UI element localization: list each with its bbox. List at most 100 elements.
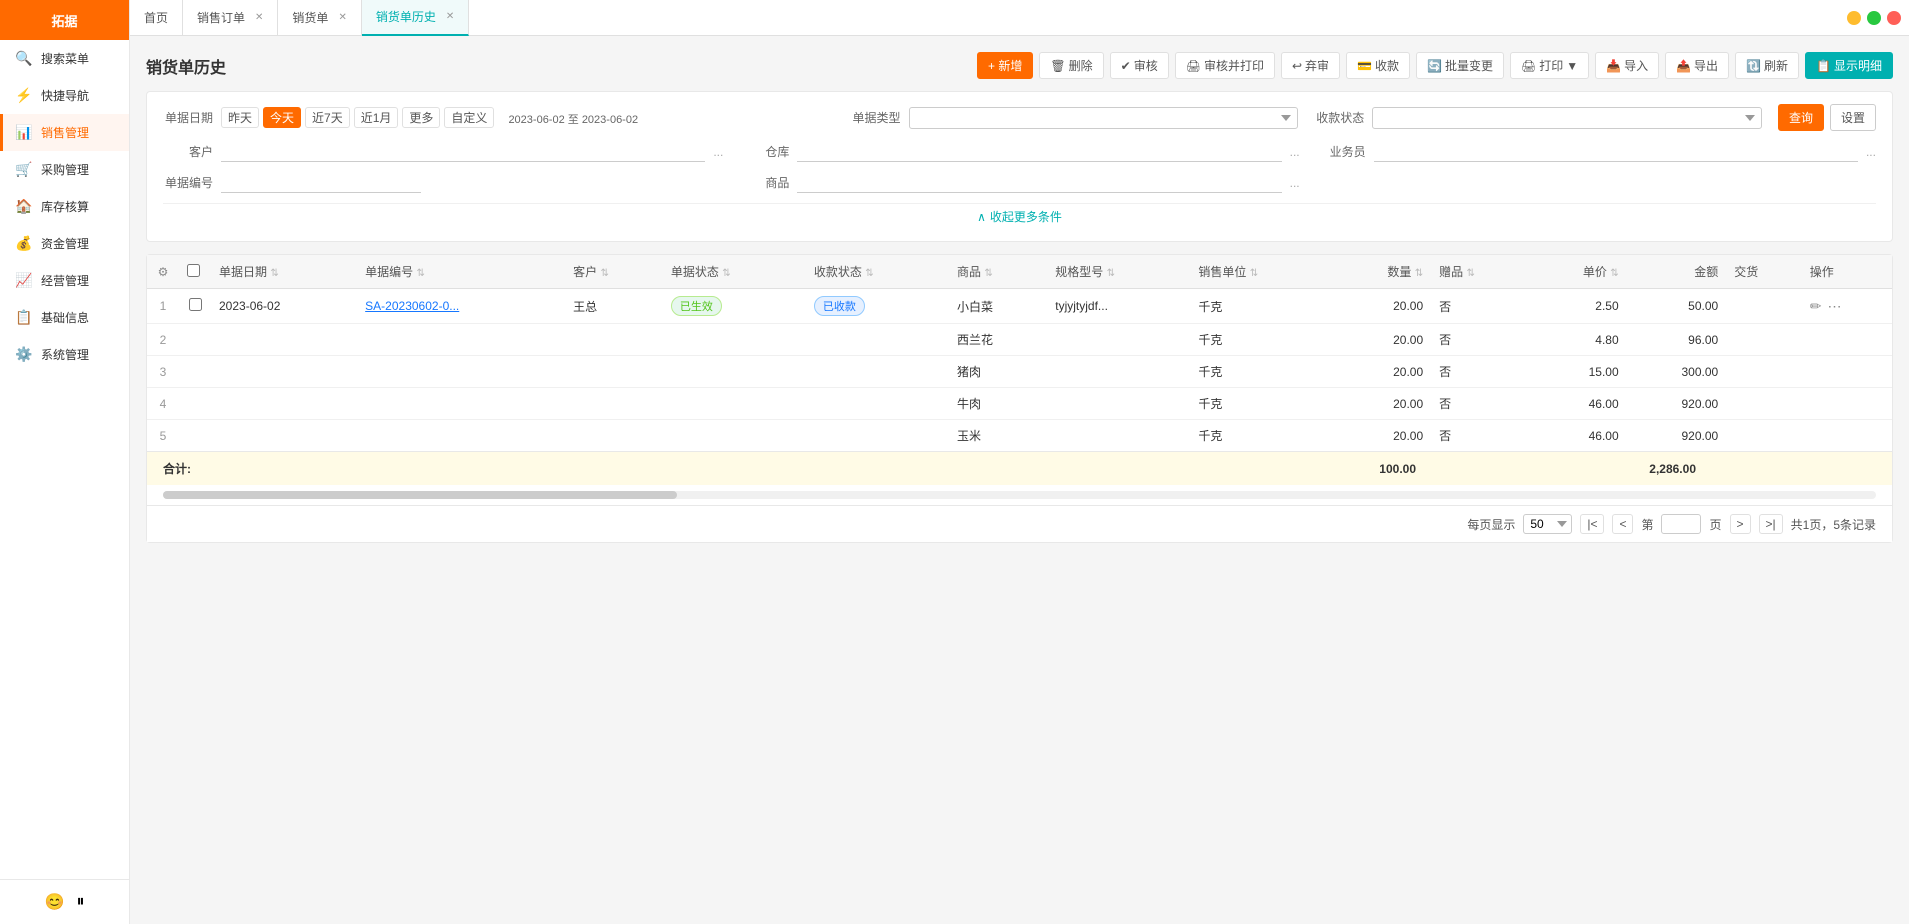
more-action-icon[interactable]: ⋯ xyxy=(1828,298,1842,315)
salesperson-input[interactable] xyxy=(1374,141,1858,162)
cell-number-1[interactable] xyxy=(357,324,565,356)
print-button[interactable]: 🖨 打印 ▼ xyxy=(1510,52,1589,79)
doc-number-input[interactable] xyxy=(221,172,421,193)
export-button[interactable]: 📤 导出 xyxy=(1665,52,1729,79)
customer-dots[interactable]: ... xyxy=(713,145,723,159)
collect-button[interactable]: 💳 收款 xyxy=(1346,52,1410,79)
qty-sort-icon[interactable]: ⇅ xyxy=(1415,268,1423,279)
new-button[interactable]: + 新增 xyxy=(977,52,1033,79)
abandon-icon: ↩ xyxy=(1292,59,1302,73)
tab-sales-history[interactable]: 销货单历史 ✕ xyxy=(362,0,469,36)
doc-status-sort-icon[interactable]: ⇅ xyxy=(722,268,730,279)
maximize-button[interactable] xyxy=(1867,11,1881,25)
cell-unit-price-2: 15.00 xyxy=(1529,356,1627,388)
sidebar-item-search-menu[interactable]: 🔍 搜索菜单 xyxy=(0,40,129,77)
minimize-button[interactable] xyxy=(1847,11,1861,25)
customer-input[interactable] xyxy=(221,141,705,162)
unit-sort-icon[interactable]: ⇅ xyxy=(1250,268,1258,279)
tab-sales-order[interactable]: 销售订单 ✕ xyxy=(183,0,278,36)
last-page-button[interactable]: >| xyxy=(1759,514,1783,534)
tab-home[interactable]: 首页 xyxy=(130,0,183,36)
sidebar-item-sys-mgmt[interactable]: ⚙️ 系统管理 xyxy=(0,336,129,373)
cell-goods-3: 牛肉 xyxy=(949,388,1047,420)
cell-checkbox-3[interactable] xyxy=(179,388,211,420)
cell-date-0: 2023-06-02 xyxy=(211,289,357,324)
number-sort-icon[interactable]: ⇅ xyxy=(417,268,425,279)
gift-sort-icon[interactable]: ⇅ xyxy=(1467,268,1475,279)
review-button[interactable]: ✔ 审核 xyxy=(1110,52,1169,79)
ops-icon: 📈 xyxy=(15,272,33,289)
per-page-select[interactable]: 50 100 xyxy=(1523,514,1572,534)
delete-button[interactable]: 🗑 删除 xyxy=(1039,52,1103,79)
doc-type-select[interactable] xyxy=(909,107,1299,129)
close-sales-history-tab-icon[interactable]: ✕ xyxy=(446,11,454,22)
table-settings-icon[interactable]: ⚙ xyxy=(158,265,169,279)
import-button[interactable]: 📥 导入 xyxy=(1595,52,1659,79)
collect-status-select[interactable] xyxy=(1372,107,1762,129)
query-button[interactable]: 查询 xyxy=(1778,104,1824,131)
warehouse-dots[interactable]: ... xyxy=(1290,145,1300,159)
abandon-button[interactable]: ↩ 弃审 xyxy=(1281,52,1340,79)
cell-checkbox-4[interactable] xyxy=(179,420,211,452)
cell-number-3[interactable] xyxy=(357,388,565,420)
cell-number-2[interactable] xyxy=(357,356,565,388)
show-detail-button[interactable]: 📋 显示明细 xyxy=(1805,52,1893,79)
th-qty: 数量 ⇅ xyxy=(1333,255,1431,289)
sidebar-item-inventory-calc[interactable]: 🏠 库存核算 xyxy=(0,188,129,225)
collapse-label: 收起更多条件 xyxy=(990,208,1062,225)
collapse-button[interactable]: ∧ 收起更多条件 xyxy=(163,203,1876,229)
refresh-button[interactable]: 🔃 刷新 xyxy=(1735,52,1799,79)
spec-sort-icon[interactable]: ⇅ xyxy=(1107,268,1115,279)
sidebar-item-sales-mgmt[interactable]: 📊 销售管理 xyxy=(0,114,129,151)
prev-page-button[interactable]: < xyxy=(1612,514,1633,534)
cell-checkbox-2[interactable] xyxy=(179,356,211,388)
review-print-button[interactable]: 🖨 审核并打印 xyxy=(1175,52,1275,79)
doc-number-link[interactable]: SA-20230602-0... xyxy=(365,299,459,313)
salesperson-dots[interactable]: ... xyxy=(1866,145,1876,159)
collect-button-label: 收款 xyxy=(1375,57,1399,74)
date-btn-7days[interactable]: 近7天 xyxy=(305,107,350,128)
edit-action-icon[interactable]: ✏ xyxy=(1810,298,1822,315)
sidebar-pause-icon[interactable]: ⏸ xyxy=(76,893,84,911)
goods-input[interactable] xyxy=(797,172,1281,193)
date-btn-custom[interactable]: 自定义 xyxy=(444,107,494,128)
date-btn-1month[interactable]: 近1月 xyxy=(354,107,399,128)
th-transaction: 交货 xyxy=(1726,255,1802,289)
collect-status-sort-icon[interactable]: ⇅ xyxy=(865,268,873,279)
next-page-button[interactable]: > xyxy=(1730,514,1751,534)
date-btn-today[interactable]: 今天 xyxy=(263,107,301,128)
sidebar-item-purchase-mgmt[interactable]: 🛒 采购管理 xyxy=(0,151,129,188)
sidebar-user-icon[interactable]: 😊 xyxy=(45,892,65,912)
customer-sort-icon[interactable]: ⇅ xyxy=(600,268,608,279)
print-dropdown-icon: ▼ xyxy=(1566,59,1578,73)
horizontal-scrollbar[interactable] xyxy=(147,485,1892,505)
unit-price-sort-icon[interactable]: ⇅ xyxy=(1610,268,1618,279)
goods-dots[interactable]: ... xyxy=(1290,176,1300,190)
cell-number-4[interactable] xyxy=(357,420,565,452)
close-sales-order-tab-icon[interactable]: ✕ xyxy=(255,12,263,23)
cell-unit-0: 千克 xyxy=(1190,289,1333,324)
date-btn-more[interactable]: 更多 xyxy=(402,107,440,128)
select-all-checkbox[interactable] xyxy=(187,264,200,277)
date-sort-icon[interactable]: ⇅ xyxy=(270,268,278,279)
tab-sales-goods[interactable]: 销货单 ✕ xyxy=(278,0,361,36)
sidebar-item-quick-nav[interactable]: ⚡ 快捷导航 xyxy=(0,77,129,114)
row-checkbox[interactable] xyxy=(189,298,202,311)
batch-change-button[interactable]: 🔄 批量变更 xyxy=(1416,52,1504,79)
first-page-button[interactable]: |< xyxy=(1580,514,1604,534)
collect-status-badge: 已收款 xyxy=(814,296,865,316)
settings-filter-button[interactable]: 设置 xyxy=(1830,104,1876,131)
close-sales-goods-tab-icon[interactable]: ✕ xyxy=(338,12,346,23)
cell-number-0[interactable]: SA-20230602-0... xyxy=(357,289,565,324)
cell-checkbox-0[interactable] xyxy=(179,289,211,324)
cell-date-2 xyxy=(211,356,357,388)
close-button[interactable] xyxy=(1887,11,1901,25)
date-btn-yesterday[interactable]: 昨天 xyxy=(221,107,259,128)
cell-checkbox-1[interactable] xyxy=(179,324,211,356)
sidebar-item-fund-mgmt[interactable]: 💰 资金管理 xyxy=(0,225,129,262)
sidebar-item-basic-info[interactable]: 📋 基础信息 xyxy=(0,299,129,336)
page-input[interactable]: 1 xyxy=(1661,514,1701,534)
warehouse-input[interactable] xyxy=(797,141,1281,162)
goods-sort-icon[interactable]: ⇅ xyxy=(984,268,992,279)
sidebar-item-ops-mgmt[interactable]: 📈 经营管理 xyxy=(0,262,129,299)
